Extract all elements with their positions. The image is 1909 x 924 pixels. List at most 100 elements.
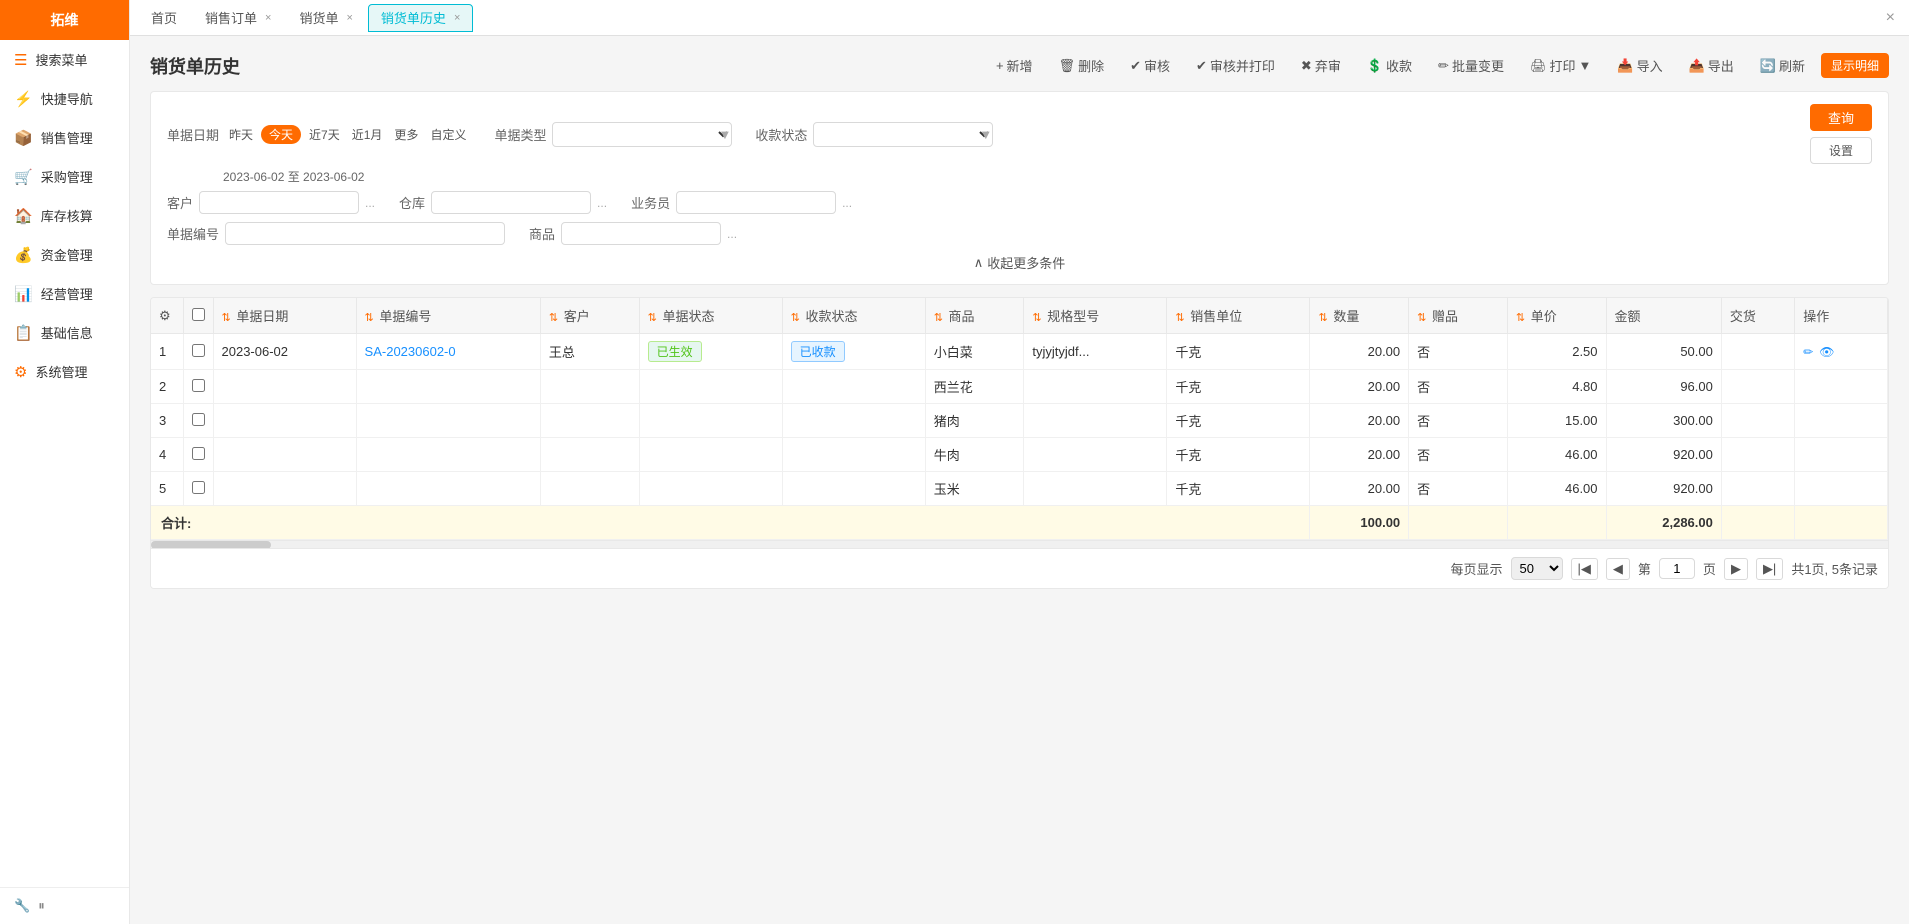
tab-close-all[interactable]: × bbox=[1880, 9, 1901, 27]
doc-type-select[interactable] bbox=[552, 122, 732, 147]
display-detail-button[interactable]: 显示明细 bbox=[1821, 53, 1889, 78]
batch-change-icon: ✏ bbox=[1438, 58, 1449, 74]
import-button[interactable]: 📥 导入 bbox=[1607, 52, 1672, 79]
filter-row-1: 单据日期 昨天 今天 近7天 近1月 更多 自定义 单据类型 bbox=[167, 104, 1872, 164]
date-7days[interactable]: 近7天 bbox=[305, 125, 344, 144]
doc-status-header[interactable]: ⇅ 单据状态 bbox=[639, 298, 782, 334]
payment-status-select[interactable] bbox=[813, 122, 993, 147]
sidebar-item-quick-nav[interactable]: ⚡ 快捷导航 bbox=[0, 79, 129, 118]
horizontal-scrollbar[interactable] bbox=[151, 540, 1888, 548]
warehouse-input[interactable] bbox=[431, 191, 591, 214]
row-checkbox[interactable] bbox=[192, 379, 205, 392]
staff-input[interactable] bbox=[676, 191, 836, 214]
warehouse-ellipsis[interactable]: ... bbox=[597, 196, 607, 210]
collapse-up-icon: ∧ bbox=[974, 255, 984, 271]
staff-ellipsis[interactable]: ... bbox=[842, 196, 852, 210]
setup-button[interactable]: 设置 bbox=[1810, 137, 1872, 164]
sidebar-item-base-info[interactable]: 📋 基础信息 bbox=[0, 313, 129, 352]
tab-sales-order-close[interactable]: × bbox=[265, 12, 271, 24]
pay-status-header[interactable]: ⇅ 收款状态 bbox=[782, 298, 925, 334]
row-doc-no[interactable] bbox=[356, 438, 540, 472]
row-doc-no[interactable] bbox=[356, 472, 540, 506]
doc-date-header[interactable]: ⇅ 单据日期 bbox=[213, 298, 356, 334]
tab-sales-goods[interactable]: 销货单 × bbox=[286, 4, 365, 32]
print-button[interactable]: 🖨 打印 ▼ bbox=[1520, 52, 1601, 79]
row-action[interactable] bbox=[1795, 472, 1888, 506]
date-yesterday[interactable]: 昨天 bbox=[225, 125, 257, 144]
page-number-input[interactable] bbox=[1659, 558, 1695, 579]
row-amount: 920.00 bbox=[1606, 438, 1721, 472]
refresh-button[interactable]: 🔄 刷新 bbox=[1750, 52, 1815, 79]
row-checkbox[interactable] bbox=[192, 413, 205, 426]
row-action[interactable]: ✏👁 bbox=[1795, 334, 1888, 370]
query-button[interactable]: 查询 bbox=[1810, 104, 1872, 131]
customer-input[interactable] bbox=[199, 191, 359, 214]
customer-header[interactable]: ⇅ 客户 bbox=[540, 298, 639, 334]
customer-ellipsis[interactable]: ... bbox=[365, 196, 375, 210]
row-gift: 否 bbox=[1409, 438, 1508, 472]
sidebar-item-ops-mgmt[interactable]: 📊 经营管理 bbox=[0, 274, 129, 313]
row-action[interactable] bbox=[1795, 438, 1888, 472]
tab-sales-history-close[interactable]: × bbox=[454, 12, 460, 24]
goods-ellipsis[interactable]: ... bbox=[727, 227, 737, 241]
doc-no-input[interactable] bbox=[225, 222, 505, 245]
row-checkbox[interactable] bbox=[192, 481, 205, 494]
page-first-button[interactable]: |◀ bbox=[1571, 558, 1598, 580]
gift-sort-icon: ⇅ bbox=[1417, 312, 1426, 324]
sidebar-pause-icon[interactable]: ⏸ bbox=[38, 898, 45, 914]
unit-header[interactable]: ⇅ 销售单位 bbox=[1167, 298, 1310, 334]
goods-input[interactable] bbox=[561, 222, 721, 245]
gift-header[interactable]: ⇅ 赠品 bbox=[1409, 298, 1508, 334]
goods-filter: 商品 ... bbox=[529, 222, 737, 245]
sidebar-item-sales-mgmt[interactable]: 📦 销售管理 bbox=[0, 118, 129, 157]
sidebar-item-sys-mgmt[interactable]: ⚙ 系统管理 bbox=[0, 352, 129, 391]
row-doc-no[interactable] bbox=[356, 370, 540, 404]
row-action[interactable] bbox=[1795, 404, 1888, 438]
doc-no-header[interactable]: ⇅ 单据编号 bbox=[356, 298, 540, 334]
audit-print-button[interactable]: ✔ 审核并打印 bbox=[1186, 52, 1285, 79]
select-all-checkbox[interactable] bbox=[192, 308, 205, 321]
qty-header[interactable]: ⇅ 数量 bbox=[1310, 298, 1409, 334]
row-checkbox[interactable] bbox=[192, 344, 205, 357]
row-unit: 千克 bbox=[1167, 472, 1310, 506]
page-prev-button[interactable]: ◀ bbox=[1606, 558, 1630, 580]
batch-change-button[interactable]: ✏ 批量变更 bbox=[1428, 52, 1514, 79]
row-doc-no[interactable] bbox=[356, 404, 540, 438]
row-action[interactable] bbox=[1795, 370, 1888, 404]
collapse-button[interactable]: ∧ 收起更多条件 bbox=[167, 253, 1872, 272]
tab-sales-order[interactable]: 销售订单 × bbox=[192, 4, 284, 32]
date-1month[interactable]: 近1月 bbox=[348, 125, 387, 144]
row-doc-no[interactable]: SA-20230602-0 bbox=[356, 334, 540, 370]
edit-action[interactable]: ✏ bbox=[1803, 345, 1813, 359]
date-custom[interactable]: 自定义 bbox=[426, 125, 470, 144]
spec-sort-icon: ⇅ bbox=[1032, 312, 1041, 324]
date-more[interactable]: 更多 bbox=[390, 125, 422, 144]
view-action[interactable]: 👁 bbox=[1819, 345, 1834, 359]
warehouse-filter: 仓库 ... bbox=[399, 191, 607, 214]
sidebar-item-finance[interactable]: 💰 资金管理 bbox=[0, 235, 129, 274]
tab-home[interactable]: 首页 bbox=[138, 4, 190, 32]
doc-no-link[interactable]: SA-20230602-0 bbox=[365, 344, 456, 359]
finance-icon: 💰 bbox=[14, 246, 33, 264]
per-page-select[interactable]: 50 100 200 bbox=[1511, 557, 1563, 580]
row-checkbox[interactable] bbox=[192, 447, 205, 460]
sidebar-item-inventory[interactable]: 🏠 库存核算 bbox=[0, 196, 129, 235]
collect-button[interactable]: 💲 收款 bbox=[1357, 52, 1422, 79]
abandon-button[interactable]: ✖ 弃审 bbox=[1291, 52, 1351, 79]
spec-header[interactable]: ⇅ 规格型号 bbox=[1024, 298, 1167, 334]
tab-sales-goods-close[interactable]: × bbox=[346, 12, 352, 24]
date-today[interactable]: 今天 bbox=[261, 125, 301, 144]
delete-button[interactable]: 🗑 删除 bbox=[1049, 52, 1115, 79]
goods-header[interactable]: ⇅ 商品 bbox=[925, 298, 1024, 334]
page-last-button[interactable]: ▶| bbox=[1756, 558, 1783, 580]
sidebar-item-purchase-mgmt[interactable]: 🛒 采购管理 bbox=[0, 157, 129, 196]
column-settings-icon[interactable]: ⚙ bbox=[159, 308, 171, 323]
new-button[interactable]: + 新增 bbox=[986, 52, 1043, 79]
page-next-button[interactable]: ▶ bbox=[1724, 558, 1748, 580]
export-button[interactable]: 📤 导出 bbox=[1679, 52, 1744, 79]
sidebar-item-search-menu[interactable]: ☰ 搜索菜单 bbox=[0, 40, 129, 79]
sidebar-tool-icon[interactable]: 🔧 bbox=[14, 898, 30, 914]
tab-sales-history[interactable]: 销货单历史 × bbox=[368, 4, 473, 32]
price-header[interactable]: ⇅ 单价 bbox=[1507, 298, 1606, 334]
audit-button[interactable]: ✔ 审核 bbox=[1120, 52, 1180, 79]
